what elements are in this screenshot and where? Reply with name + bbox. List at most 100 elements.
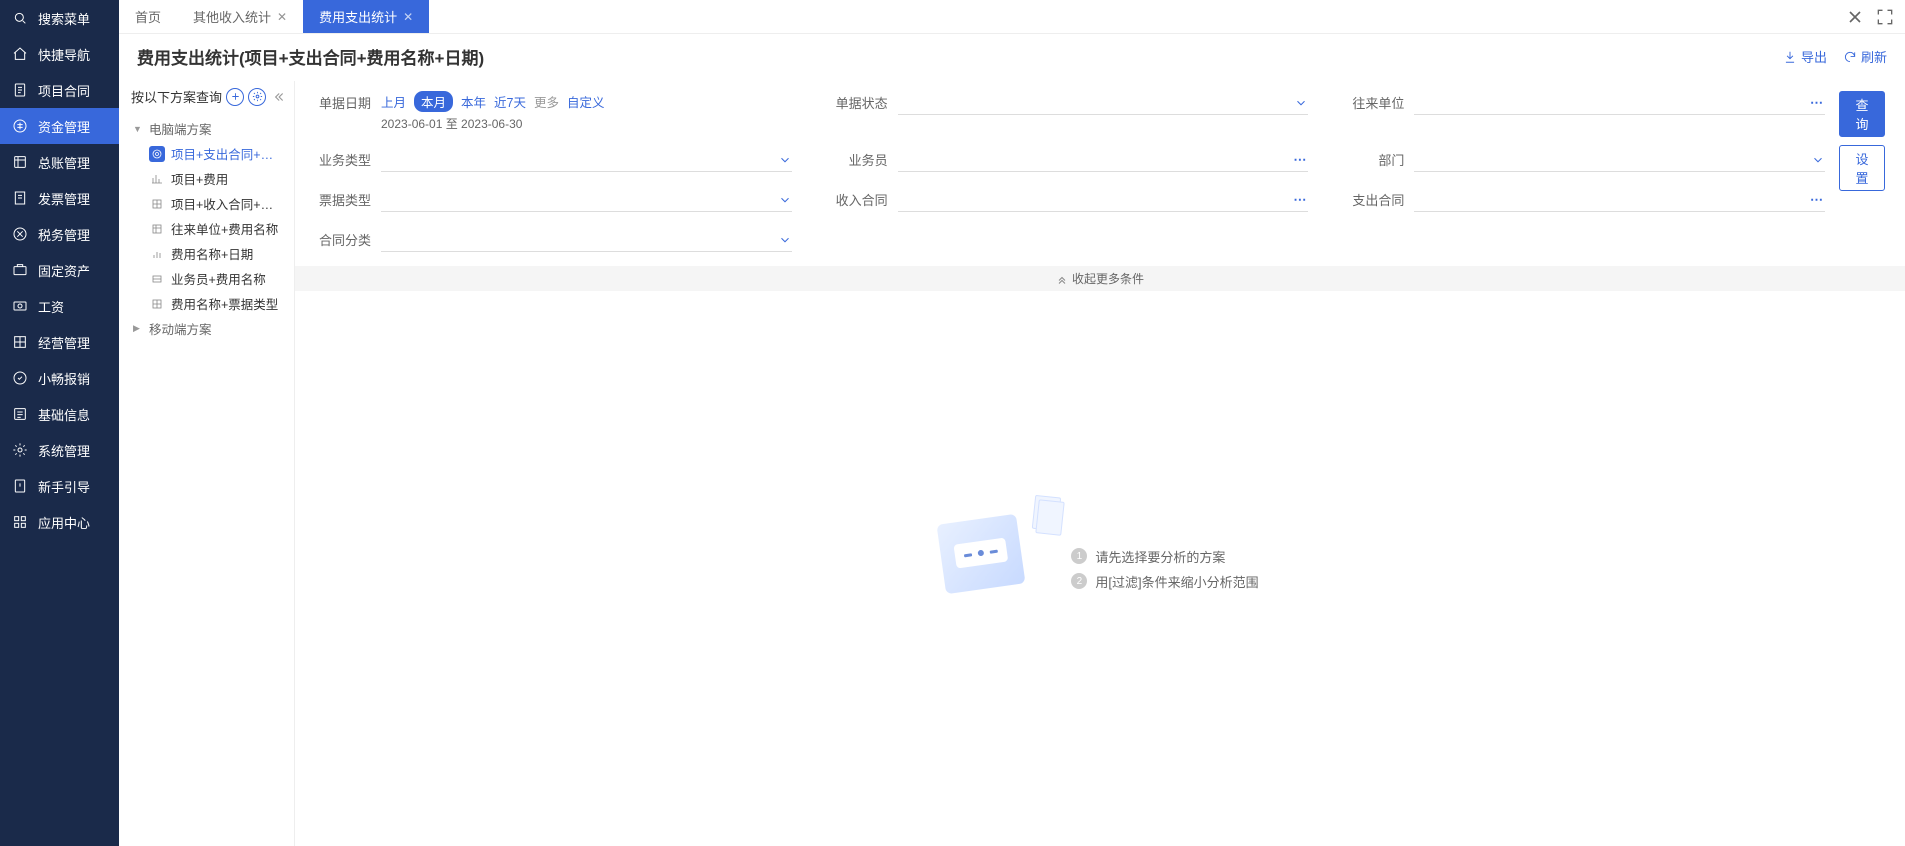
page-title: 费用支出统计(项目+支出合同+费用名称+日期) <box>137 44 484 69</box>
grid-icon <box>149 196 165 212</box>
sidebar-item-label: 固定资产 <box>38 261 90 280</box>
scheme-group[interactable]: ▼电脑端方案 <box>119 116 294 141</box>
dropdown[interactable] <box>898 91 1309 115</box>
tab-费用支出统计[interactable]: 费用支出统计 ✕ <box>303 0 429 33</box>
apps-icon <box>12 514 28 530</box>
close-all-tabs-icon[interactable] <box>1845 7 1865 27</box>
dropdown[interactable] <box>1414 148 1825 172</box>
filter-field: 收入合同 ⋯ <box>832 188 1309 212</box>
sidebar-item-search[interactable]: 搜索菜单 <box>0 0 119 36</box>
empty-step-1: 1请先选择要分析的方案 <box>1071 547 1258 566</box>
scheme-item[interactable]: 费用名称+日期 <box>119 241 294 266</box>
chart-icon <box>149 171 165 187</box>
sidebar-item-label: 应用中心 <box>38 513 90 532</box>
scheme-item[interactable]: 费用名称+票据类型 <box>119 291 294 316</box>
sidebar-item-apps[interactable]: 应用中心 <box>0 504 119 540</box>
filter-field: 支出合同⋯ <box>1348 188 1825 212</box>
sidebar-item-money[interactable]: 资金管理 <box>0 108 119 144</box>
scheme-item-label: 费用名称+日期 <box>171 244 253 263</box>
date-opt[interactable]: 自定义 <box>567 92 605 111</box>
scheme-item[interactable]: 项目+支出合同+费用... <box>119 141 294 166</box>
sidebar-item-guide[interactable]: 新手引导 <box>0 468 119 504</box>
scheme-item[interactable]: 项目+收入合同+费用... <box>119 191 294 216</box>
export-button[interactable]: 导出 <box>1783 47 1827 66</box>
filter-field: 单据状态 <box>832 91 1309 115</box>
sidebar-item-contract[interactable]: 项目合同 <box>0 72 119 108</box>
date-opt[interactable]: 近7天 <box>494 92 526 111</box>
close-tab-icon[interactable]: ✕ <box>403 10 413 24</box>
sidebar-item-salary[interactable]: 工资 <box>0 288 119 324</box>
sidebar-item-invoice[interactable]: 发票管理 <box>0 180 119 216</box>
system-icon <box>12 442 28 458</box>
scheme-group[interactable]: ▶移动端方案 <box>119 316 294 341</box>
add-scheme-button[interactable] <box>226 88 244 106</box>
refresh-button[interactable]: 刷新 <box>1843 47 1887 66</box>
sidebar-item-system[interactable]: 系统管理 <box>0 432 119 468</box>
sidebar-item-biz[interactable]: 经营管理 <box>0 324 119 360</box>
invoice-icon <box>12 190 28 206</box>
bar-icon <box>149 246 165 262</box>
scheme-item[interactable]: 往来单位+费用名称 <box>119 216 294 241</box>
table-icon <box>149 271 165 287</box>
scheme-item-label: 项目+支出合同+费用... <box>171 144 283 163</box>
fold-bar[interactable]: 收起更多条件 <box>295 266 1905 291</box>
info-icon <box>12 406 28 422</box>
caret-icon: ▼ <box>133 124 143 134</box>
sidebar-item-info[interactable]: 基础信息 <box>0 396 119 432</box>
fullscreen-icon[interactable] <box>1875 7 1895 27</box>
filter-field: 业务类型 <box>315 148 792 172</box>
scheme-tree: ▼电脑端方案项目+支出合同+费用... 项目+费用项目+收入合同+费用...往来单… <box>119 112 294 345</box>
field-label: 收入合同 <box>832 188 888 209</box>
picker-button[interactable]: ⋯ <box>1414 91 1825 115</box>
sidebar-item-tax[interactable]: 税务管理 <box>0 216 119 252</box>
sidebar-item-label: 新手引导 <box>38 477 90 496</box>
dropdown[interactable] <box>381 188 792 212</box>
sidebar-item-ledger[interactable]: 总账管理 <box>0 144 119 180</box>
tab-home[interactable]: 首页 <box>119 0 177 33</box>
sidebar-item-label: 资金管理 <box>38 117 90 136</box>
close-tab-icon[interactable]: ✕ <box>277 10 287 24</box>
dropdown[interactable] <box>381 228 792 252</box>
sidebar: 搜索菜单快捷导航项目合同资金管理总账管理发票管理税务管理固定资产工资经营管理小畅… <box>0 0 119 846</box>
grid2-icon <box>149 221 165 237</box>
sidebar-item-label: 经营管理 <box>38 333 90 352</box>
picker-button[interactable]: ⋯ <box>898 188 1309 212</box>
scheme-item-label: 费用名称+票据类型 <box>171 294 278 313</box>
contract-icon <box>12 82 28 98</box>
sidebar-item-asset[interactable]: 固定资产 <box>0 252 119 288</box>
tab-label: 费用支出统计 <box>319 7 397 26</box>
sidebar-item-reimburse[interactable]: 小畅报销 <box>0 360 119 396</box>
caret-icon: ▶ <box>133 323 143 334</box>
filter-field: 业务员 ⋯ <box>832 148 1309 172</box>
date-opt[interactable]: 本年 <box>461 92 486 111</box>
scheme-panel: 按以下方案查询 ▼电脑端方案项目+支出合同+费用...项目+费用项目+收入合同+… <box>119 81 295 846</box>
picker-button[interactable]: ⋯ <box>1414 188 1825 212</box>
reimburse-icon <box>12 370 28 386</box>
guide-icon <box>12 478 28 494</box>
settings-button[interactable]: 设置 <box>1839 145 1885 191</box>
scheme-item[interactable]: 项目+费用 <box>119 166 294 191</box>
tax-icon <box>12 226 28 242</box>
field-label: 合同分类 <box>315 228 371 249</box>
field-label: 业务类型 <box>315 148 371 169</box>
field-label: 业务员 <box>832 148 888 169</box>
tab-其他收入统计[interactable]: 其他收入统计 ✕ <box>177 0 303 33</box>
sidebar-item-home[interactable]: 快捷导航 <box>0 36 119 72</box>
tab-label: 其他收入统计 <box>193 7 271 26</box>
sidebar-item-label: 项目合同 <box>38 81 90 100</box>
date-opt[interactable]: 上月 <box>381 92 406 111</box>
scheme-settings-button[interactable] <box>248 88 266 106</box>
sidebar-item-label: 总账管理 <box>38 153 90 172</box>
asset-icon <box>12 262 28 278</box>
date-opt[interactable]: 更多 <box>534 92 559 111</box>
dropdown[interactable] <box>381 148 792 172</box>
field-label: 往来单位 <box>1348 91 1404 112</box>
date-range: 2023-06-01 至 2023-06-30 <box>381 115 792 132</box>
picker-button[interactable]: ⋯ <box>898 148 1309 172</box>
sidebar-item-label: 工资 <box>38 297 64 316</box>
query-button[interactable]: 查询 <box>1839 91 1885 137</box>
scheme-item[interactable]: 业务员+费用名称 <box>119 266 294 291</box>
collapse-scheme-icon[interactable] <box>270 89 286 105</box>
date-opt[interactable]: 本月 <box>414 91 453 112</box>
ledger-icon <box>12 154 28 170</box>
